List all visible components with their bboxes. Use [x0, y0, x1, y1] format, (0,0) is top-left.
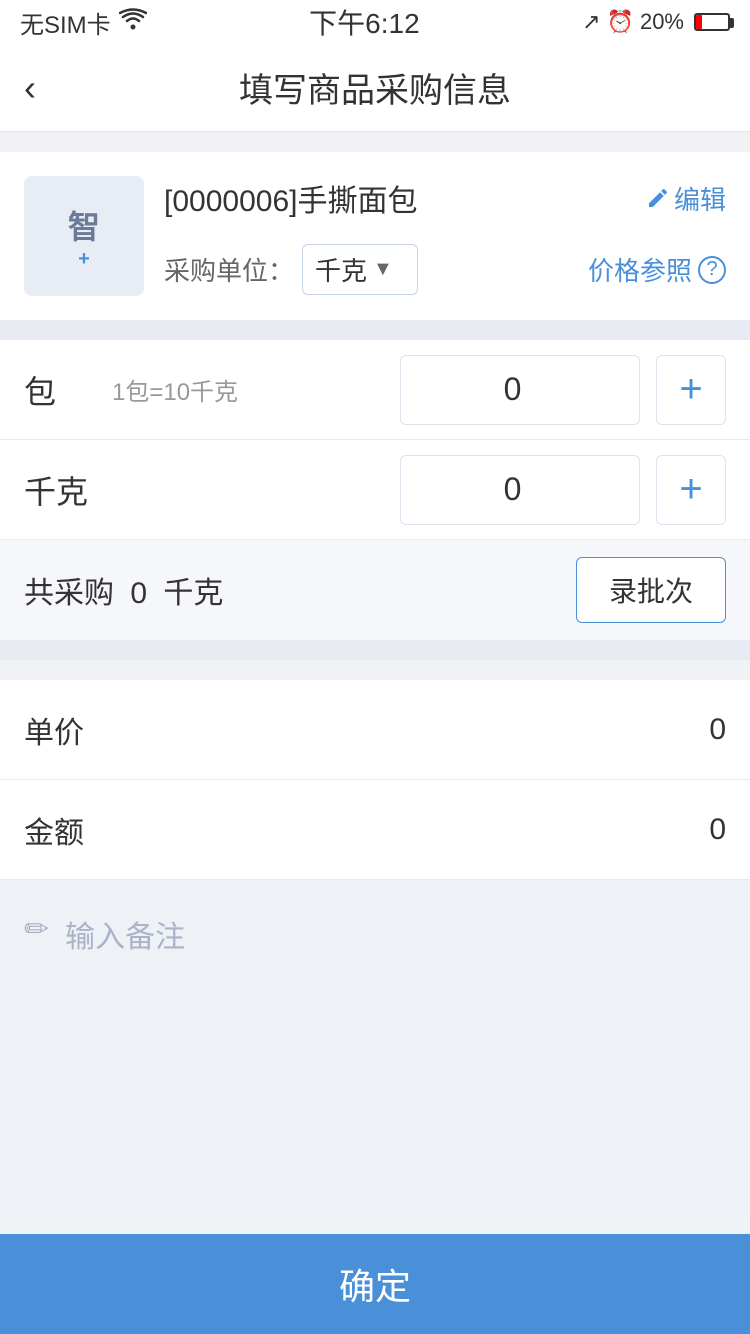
wifi-icon: [119, 8, 147, 37]
unit-label: 采购单位：: [164, 251, 294, 288]
status-left: 无SIM卡: [20, 5, 147, 40]
confirm-button[interactable]: 确定: [0, 1234, 750, 1334]
pack-input-row: 包 1包=10千克 +: [0, 340, 750, 440]
total-row: 共采购 0 千克 录批次: [0, 540, 750, 640]
pencil-icon: ✏: [24, 912, 49, 947]
product-name: [0000006]手撕面包: [164, 176, 417, 220]
total-prefix: 共采购: [24, 577, 114, 610]
amount-label: 金额: [24, 808, 84, 852]
total-unit: 千克: [163, 577, 223, 610]
product-info: [0000006]手撕面包 编辑 采购单位： 千克 ▼ 价格: [164, 176, 726, 295]
battery-icon: [694, 13, 730, 31]
kg-input-row: 千克 +: [0, 440, 750, 540]
page-title: 填写商品采购信息: [239, 63, 511, 112]
price-ref-label: 价格参照: [588, 251, 692, 288]
total-text: 共采购 0 千克: [24, 568, 223, 612]
pack-input[interactable]: [400, 355, 640, 425]
amount-row: 金额 0: [0, 780, 750, 880]
kg-label: 千克: [24, 467, 104, 513]
help-icon: ?: [698, 256, 726, 284]
dropdown-icon: ▼: [373, 258, 393, 281]
unit-value: 千克: [315, 251, 367, 288]
unit-row: 采购单位： 千克 ▼ 价格参照 ?: [164, 244, 726, 295]
detail-section: 单价 0 金额 0: [0, 680, 750, 880]
kg-input[interactable]: [400, 455, 640, 525]
product-logo: 智: [68, 202, 100, 248]
record-batch-button[interactable]: 录批次: [576, 557, 726, 623]
carrier-label: 无SIM卡: [20, 5, 111, 40]
total-value: 0: [130, 577, 147, 610]
product-image: 智 +: [24, 176, 144, 296]
input-section: 包 1包=10千克 + 千克 +: [0, 340, 750, 540]
unit-select[interactable]: 千克 ▼: [302, 244, 418, 295]
status-bar: 无SIM卡 下午6:12 ↗ ⏰ 20%: [0, 0, 750, 44]
pack-input-wrap: +: [238, 355, 726, 425]
amount-value: 0: [709, 813, 726, 847]
kg-plus-button[interactable]: +: [656, 455, 726, 525]
pack-sub-label: 1包=10千克: [112, 372, 238, 407]
battery-percent: 20%: [640, 9, 684, 35]
alarm-icon: ⏰: [607, 9, 634, 35]
unit-price-label: 单价: [24, 708, 84, 752]
status-time: 下午6:12: [309, 2, 420, 42]
section-divider-1: [0, 320, 750, 340]
pack-label: 包: [24, 367, 104, 413]
product-logo-plus: +: [78, 248, 90, 271]
pack-plus-button[interactable]: +: [656, 355, 726, 425]
back-button[interactable]: ‹: [24, 67, 36, 109]
status-right: ↗ ⏰ 20%: [582, 9, 730, 35]
price-ref-button[interactable]: 价格参照 ?: [588, 251, 726, 288]
edit-label: 编辑: [674, 180, 726, 217]
product-name-row: [0000006]手撕面包 编辑: [164, 176, 726, 220]
kg-input-wrap: +: [104, 455, 726, 525]
unit-price-value: 0: [709, 713, 726, 747]
section-divider-2: [0, 640, 750, 660]
unit-price-row: 单价 0: [0, 680, 750, 780]
product-card: 智 + [0000006]手撕面包 编辑 采购单位： 千克 ▼: [0, 152, 750, 320]
nav-bar: ‹ 填写商品采购信息: [0, 44, 750, 132]
note-section[interactable]: ✏ 输入备注: [0, 880, 750, 1220]
location-icon: ↗: [582, 9, 600, 35]
note-placeholder: 输入备注: [65, 912, 185, 956]
confirm-label: 确定: [339, 1258, 411, 1310]
edit-button[interactable]: 编辑: [646, 180, 726, 217]
